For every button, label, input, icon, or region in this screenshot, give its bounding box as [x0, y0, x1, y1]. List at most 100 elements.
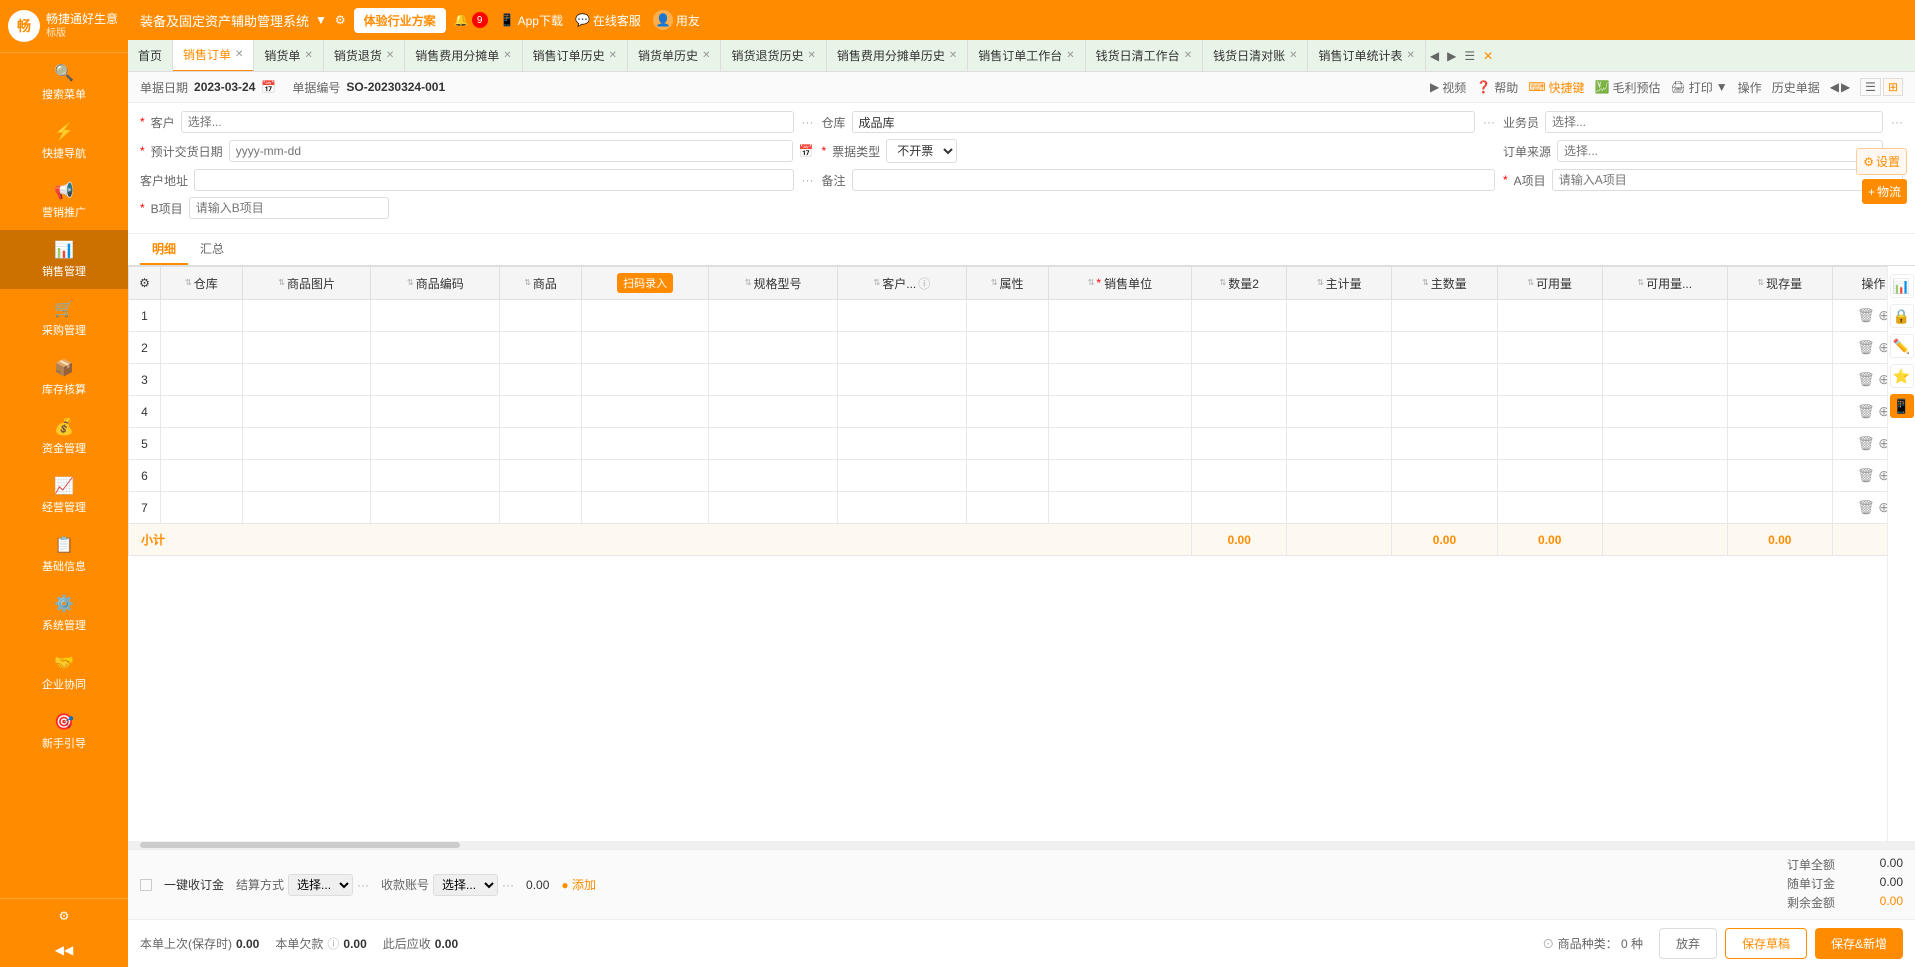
delete-row-7-icon[interactable]: 🗑	[1857, 499, 1875, 515]
row-main-qty-4[interactable]	[1392, 396, 1497, 428]
row-main-unit-7[interactable]	[1287, 492, 1392, 524]
row-main-unit-1[interactable]	[1287, 300, 1392, 332]
list-view-icon[interactable]: ☰	[1860, 78, 1881, 96]
row-product-img-1[interactable]	[242, 300, 371, 332]
next-record-icon[interactable]: ▶	[1841, 80, 1850, 94]
row-sales-unit-6[interactable]	[1048, 460, 1192, 492]
one-click-checkbox[interactable]	[140, 879, 152, 891]
delete-row-4-icon[interactable]: 🗑	[1857, 403, 1875, 419]
row-main-qty-1[interactable]	[1392, 300, 1497, 332]
tab-sales-return-close[interactable]: ✕	[304, 50, 312, 61]
row-current-qty-7[interactable]	[1727, 492, 1832, 524]
calendar-icon[interactable]: 📅	[261, 80, 276, 94]
tab-menu[interactable]: ☰	[1460, 49, 1479, 63]
row-current-qty-5[interactable]	[1727, 428, 1832, 460]
row-warehouse-6[interactable]	[161, 460, 243, 492]
row-available-qty-4[interactable]	[1497, 396, 1602, 428]
row-available-qty2-2[interactable]	[1602, 332, 1727, 364]
horizontal-scrollbar-area[interactable]	[128, 841, 1915, 849]
tab-expense-history[interactable]: 销售费用分摊单历史 ✕	[827, 40, 968, 72]
row-product-code-7[interactable]	[371, 492, 500, 524]
note-input[interactable]	[852, 169, 1495, 191]
row-current-qty-6[interactable]	[1727, 460, 1832, 492]
row-current-qty-2[interactable]	[1727, 332, 1832, 364]
column-settings-icon[interactable]: ⚙	[139, 276, 150, 290]
row-scan-4[interactable]	[581, 396, 708, 428]
profit-btn[interactable]: 💹 毛利预估	[1595, 79, 1661, 96]
view-btn[interactable]: ▶ 视频	[1430, 79, 1466, 96]
invoice-type-select[interactable]: 不开票	[886, 139, 957, 163]
th-main-unit[interactable]: ⇅ 主计量	[1287, 267, 1392, 300]
row-warehouse-1[interactable]	[161, 300, 243, 332]
row-current-qty-4[interactable]	[1727, 396, 1832, 428]
tab-detail[interactable]: 明细	[140, 234, 188, 265]
row-attrs-4[interactable]	[966, 396, 1048, 428]
row-main-unit-4[interactable]	[1287, 396, 1392, 428]
row-sales-unit-7[interactable]	[1048, 492, 1192, 524]
delete-row-6-icon[interactable]: 🗑	[1857, 467, 1875, 483]
warehouse-expand-icon[interactable]: ···	[1483, 115, 1495, 129]
help-btn[interactable]: ❓ 帮助	[1476, 79, 1518, 96]
settings-gear-icon[interactable]: ⚙	[335, 13, 346, 27]
row-product-7[interactable]	[500, 492, 582, 524]
tab-cash-workbench-close[interactable]: ✕	[1184, 50, 1192, 61]
tab-goods-return-history-close[interactable]: ✕	[807, 50, 815, 61]
float-phone-icon[interactable]: 📱	[1890, 394, 1914, 418]
row-warehouse-4[interactable]	[161, 396, 243, 428]
scan-btn[interactable]: 扫码录入	[617, 273, 673, 293]
warehouse-input[interactable]	[852, 111, 1475, 133]
tab-return-history[interactable]: 销货单历史 ✕	[628, 40, 721, 72]
row-spec-7[interactable]	[709, 492, 838, 524]
tab-next[interactable]: ▶	[1443, 49, 1460, 63]
tab-return-history-close[interactable]: ✕	[702, 50, 710, 61]
row-attrs-1[interactable]	[966, 300, 1048, 332]
row-product-4[interactable]	[500, 396, 582, 428]
row-available-qty-1[interactable]	[1497, 300, 1602, 332]
delete-row-1-icon[interactable]: 🗑	[1857, 307, 1875, 323]
save-draft-button[interactable]: 保存草稿	[1725, 928, 1807, 959]
row-sales-unit-4[interactable]	[1048, 396, 1192, 428]
tab-goods-return-history[interactable]: 销货退货历史 ✕	[721, 40, 826, 72]
set-button[interactable]: ⚙ 设置	[1856, 148, 1907, 175]
row-main-qty-5[interactable]	[1392, 428, 1497, 460]
row-warehouse-2[interactable]	[161, 332, 243, 364]
tab-sales-summary-close[interactable]: ✕	[1407, 50, 1415, 61]
row-available-qty2-7[interactable]	[1602, 492, 1727, 524]
customer-addr-input[interactable]	[194, 169, 793, 191]
tab-sales-order-close[interactable]: ✕	[235, 49, 243, 60]
row-customer-no-2[interactable]	[838, 332, 967, 364]
shortcut-btn[interactable]: ⌨ 快捷键	[1528, 79, 1584, 96]
row-main-unit-2[interactable]	[1287, 332, 1392, 364]
row-available-qty-3[interactable]	[1497, 364, 1602, 396]
account-select[interactable]: 选择...	[433, 874, 498, 896]
row-product-2[interactable]	[500, 332, 582, 364]
tab-goods-return-close[interactable]: ✕	[386, 50, 394, 61]
row-attrs-2[interactable]	[966, 332, 1048, 364]
customer-input[interactable]	[181, 111, 794, 133]
th-available-qty2[interactable]: ⇅ 可用量...	[1602, 267, 1727, 300]
tab-expense-history-close[interactable]: ✕	[949, 50, 957, 61]
sidebar-item-search[interactable]: 🔍 搜索菜单	[0, 53, 128, 112]
float-edit-icon[interactable]: ✏️	[1890, 334, 1914, 358]
row-product-img-5[interactable]	[242, 428, 371, 460]
tab-cash-reconcile[interactable]: 钱货日清对账 ✕	[1203, 40, 1308, 72]
row-qty2-4[interactable]	[1192, 396, 1287, 428]
order-source-input[interactable]	[1557, 140, 1883, 162]
row-qty2-2[interactable]	[1192, 332, 1287, 364]
row-current-qty-3[interactable]	[1727, 364, 1832, 396]
row-product-6[interactable]	[500, 460, 582, 492]
row-warehouse-5[interactable]	[161, 428, 243, 460]
float-chart-icon[interactable]: 📊	[1890, 274, 1914, 298]
th-available-qty[interactable]: ⇅ 可用量	[1497, 267, 1602, 300]
tab-order-workbench[interactable]: 销售订单工作台 ✕	[968, 40, 1085, 72]
sidebar-item-marketing[interactable]: 📢 营销推广	[0, 171, 128, 230]
online-service-btn[interactable]: 💬 在线客服	[575, 12, 641, 29]
prev-record-icon[interactable]: ◀	[1830, 80, 1839, 94]
row-sales-unit-1[interactable]	[1048, 300, 1192, 332]
row-available-qty2-4[interactable]	[1602, 396, 1727, 428]
row-sales-unit-3[interactable]	[1048, 364, 1192, 396]
row-product-img-2[interactable]	[242, 332, 371, 364]
row-product-code-4[interactable]	[371, 396, 500, 428]
row-spec-5[interactable]	[709, 428, 838, 460]
sidebar-item-purchase[interactable]: 🛒 采购管理	[0, 289, 128, 348]
